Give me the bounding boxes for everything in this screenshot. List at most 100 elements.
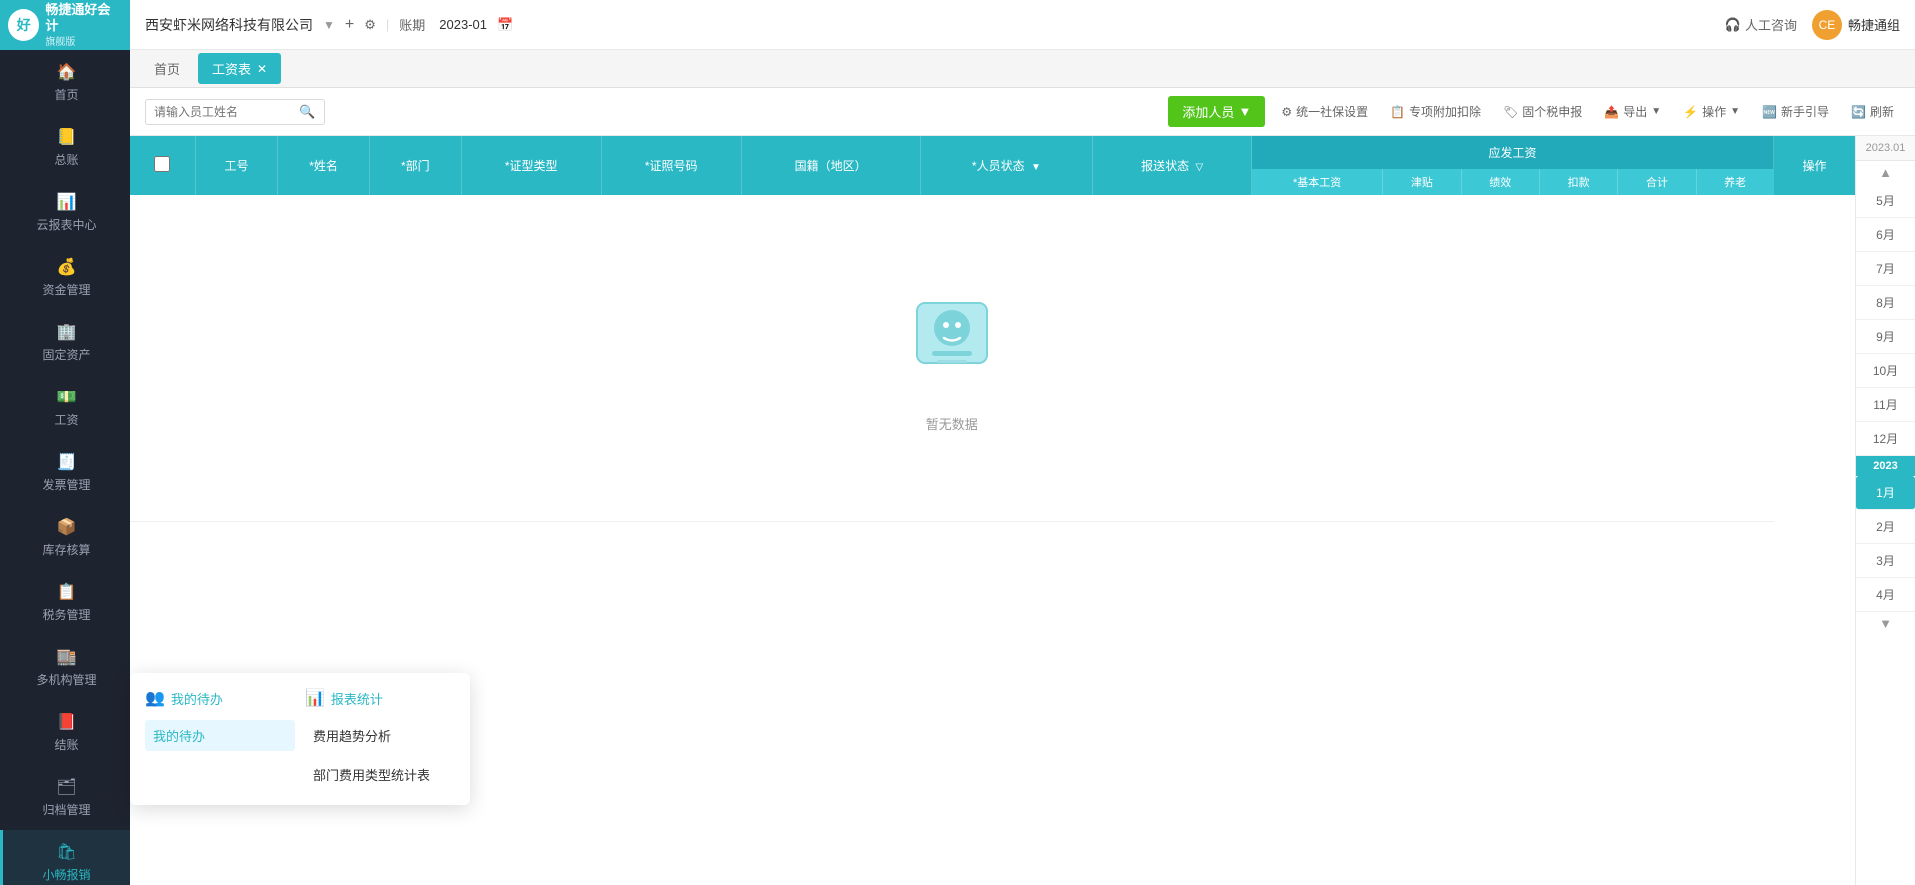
refresh-btn[interactable]: 🔄 刷新 [1845,99,1900,124]
th-pension: 养老 [1696,169,1773,195]
add-person-dropdown-icon: ▼ [1238,104,1251,119]
th-name: *姓名 [278,136,370,195]
table-header-row1: 工号 *姓名 *部门 *证型类型 *证照号码 国籍（地区） *人员状态 ▼ 报送… [130,136,1855,169]
user-area: CE 畅捷通组 [1812,10,1900,40]
search-icon[interactable]: 🔍 [299,104,315,120]
operation-btn[interactable]: ⚡ 操作 ▼ [1677,99,1746,124]
tab-payroll[interactable]: 工资表 ✕ [198,53,281,84]
timeline-month-8[interactable]: 8月 [1856,286,1915,320]
sidebar-label-invoice: 发票管理 [42,476,90,493]
special-deduction-icon: 📋 [1390,105,1405,119]
report-status-filter-icon[interactable]: ▽ [1195,162,1203,173]
timeline-month-10[interactable]: 10月 [1856,354,1915,388]
sidebar-item-assets[interactable]: 🏢 固定资产 [0,310,130,375]
sidebar-item-archive[interactable]: 🗂 归档管理 [0,765,130,830]
company-dropdown-arrow[interactable]: ▼ [323,18,335,32]
home-icon: 🏠 [57,62,77,82]
sidebar-label-payroll: 工资 [54,411,78,428]
timeline-nav-down[interactable]: ▼ [1856,612,1915,635]
user-name: 畅捷通组 [1848,15,1900,34]
empty-state-icon [902,283,1002,399]
calendar-icon[interactable]: 📅 [497,17,513,33]
guide-btn[interactable]: 🆕 新手引导 [1756,99,1835,124]
sidebar-item-ledger[interactable]: 📒 总账 [0,115,130,180]
submenu-item-dept-expense[interactable]: 部门费用类型统计表 [305,759,455,790]
export-btn[interactable]: 📤 导出 ▼ [1598,99,1667,124]
timeline-month-2023-3[interactable]: 3月 [1856,544,1915,578]
sidebar-item-home[interactable]: 🏠 首页 [0,50,130,115]
tax-report-btn[interactable]: 🏷 固个税申报 [1497,99,1588,124]
search-box: 🔍 [145,99,325,125]
submenu-col-todo: 👥 我的待办 我的待办 [145,688,295,790]
timeline-month-12[interactable]: 12月 [1856,422,1915,456]
tab-home[interactable]: 首页 [140,53,194,84]
user-avatar: CE [1812,10,1842,40]
period-value: 2023-01 [439,17,487,32]
sidebar-label-multi-branch: 多机构管理 [36,671,96,688]
refresh-label: 刷新 [1870,103,1894,120]
empty-state: 暂无数据 [138,203,1766,513]
search-input[interactable] [154,105,294,119]
sidebar-label-finance: 资金管理 [42,281,90,298]
timeline-month-7[interactable]: 7月 [1856,252,1915,286]
submenu-header-reports: 📊 报表统计 [305,688,455,708]
submenu-header-todo: 👥 我的待办 [145,688,295,708]
timeline-month-11[interactable]: 11月 [1856,388,1915,422]
toolbar-left: 🔍 [145,99,325,125]
th-performance: 绩效 [1461,169,1539,195]
timeline-month-2023-2[interactable]: 2月 [1856,510,1915,544]
empty-row: 暂无数据 [130,195,1855,522]
special-deduction-btn[interactable]: 📋 专项附加扣除 [1384,99,1487,124]
social-security-btn[interactable]: ⚙ 统一社保设置 [1275,99,1374,124]
sidebar-item-tax[interactable]: 📋 税务管理 [0,570,130,635]
sidebar-item-multi-branch[interactable]: 🏬 多机构管理 [0,635,130,700]
person-status-filter-icon[interactable]: ▼ [1031,162,1041,173]
page-header: 西安虾米网络科技有限公司 ▼ + ⚙ | 账期 2023-01 📅 🎧 人工咨询… [130,0,1915,50]
tab-close-icon[interactable]: ✕ [257,62,267,76]
th-total: 合计 [1618,169,1696,195]
timeline-panel: 2023.01 ▲ 5月 6月 7月 8月 9月 10月 11月 [1855,136,1915,885]
timeline-month-6[interactable]: 6月 [1856,218,1915,252]
export-icon: 📤 [1604,105,1619,119]
sidebar-item-invoice[interactable]: 🧾 发票管理 [0,440,130,505]
timeline-month-2023-4[interactable]: 4月 [1856,578,1915,612]
th-person-status: *人员状态 ▼ [920,136,1093,195]
select-all-checkbox[interactable] [154,156,170,172]
tab-home-label: 首页 [154,59,180,78]
assets-icon: 🏢 [57,322,77,342]
th-base-wage: *基本工资 [1252,169,1383,195]
sidebar-item-closing[interactable]: 📕 结账 [0,700,130,765]
sidebar-label-tax: 税务管理 [42,606,90,623]
add-person-button[interactable]: 添加人员 ▼ [1168,96,1265,127]
export-dropdown-icon: ▼ [1651,106,1661,117]
social-security-label: 统一社保设置 [1296,103,1368,120]
sidebar: 好 畅捷通好会计 旗舰版 🏠 首页 📒 总账 📊 云报表中心 💰 资金管理 🏢 … [0,0,130,885]
timeline-nav-up[interactable]: ▲ [1856,161,1915,184]
consult-btn[interactable]: 🎧 人工咨询 [1725,15,1797,34]
sidebar-nav: 🏠 首页 📒 总账 📊 云报表中心 💰 资金管理 🏢 固定资产 💵 工资 🧾 发… [0,50,130,885]
submenu-item-my-todo[interactable]: 我的待办 [145,720,295,751]
submenu-item-expense-trend[interactable]: 费用趋势分析 [305,720,455,751]
add-company-btn[interactable]: + [345,16,354,34]
timeline-month-2023-1[interactable]: 1月 [1856,476,1915,510]
sidebar-item-inventory[interactable]: 📦 库存核算 [0,505,130,570]
archive-icon: 🗂 [56,777,76,797]
tax-report-icon: 🏷 [1503,105,1518,119]
sidebar-item-payroll[interactable]: 💵 工资 [0,375,130,440]
add-person-label: 添加人员 [1182,102,1234,121]
sidebar-item-expense[interactable]: 🛍 小畅报销 [0,830,130,885]
settings-gear-icon[interactable]: ⚙ [364,17,376,33]
period-label: 账期 [399,15,425,34]
sidebar-label-archive: 归档管理 [42,801,90,818]
export-label: 导出 [1623,103,1647,120]
timeline-month-9[interactable]: 9月 [1856,320,1915,354]
tab-bar: 首页 工资表 ✕ [130,50,1915,88]
sidebar-item-finance[interactable]: 💰 资金管理 [0,245,130,310]
sidebar-label-assets: 固定资产 [42,346,90,363]
submenu-title-todo: 我的待办 [171,689,223,708]
submenu-grid: 👥 我的待办 我的待办 📊 报表统计 费用趋势分析 部门费用类型统计表 [145,688,455,790]
timeline-month-5[interactable]: 5月 [1856,184,1915,218]
sidebar-label-home: 首页 [54,86,78,103]
sidebar-item-cloud-reports[interactable]: 📊 云报表中心 [0,180,130,245]
special-deduction-label: 专项附加扣除 [1409,103,1481,120]
